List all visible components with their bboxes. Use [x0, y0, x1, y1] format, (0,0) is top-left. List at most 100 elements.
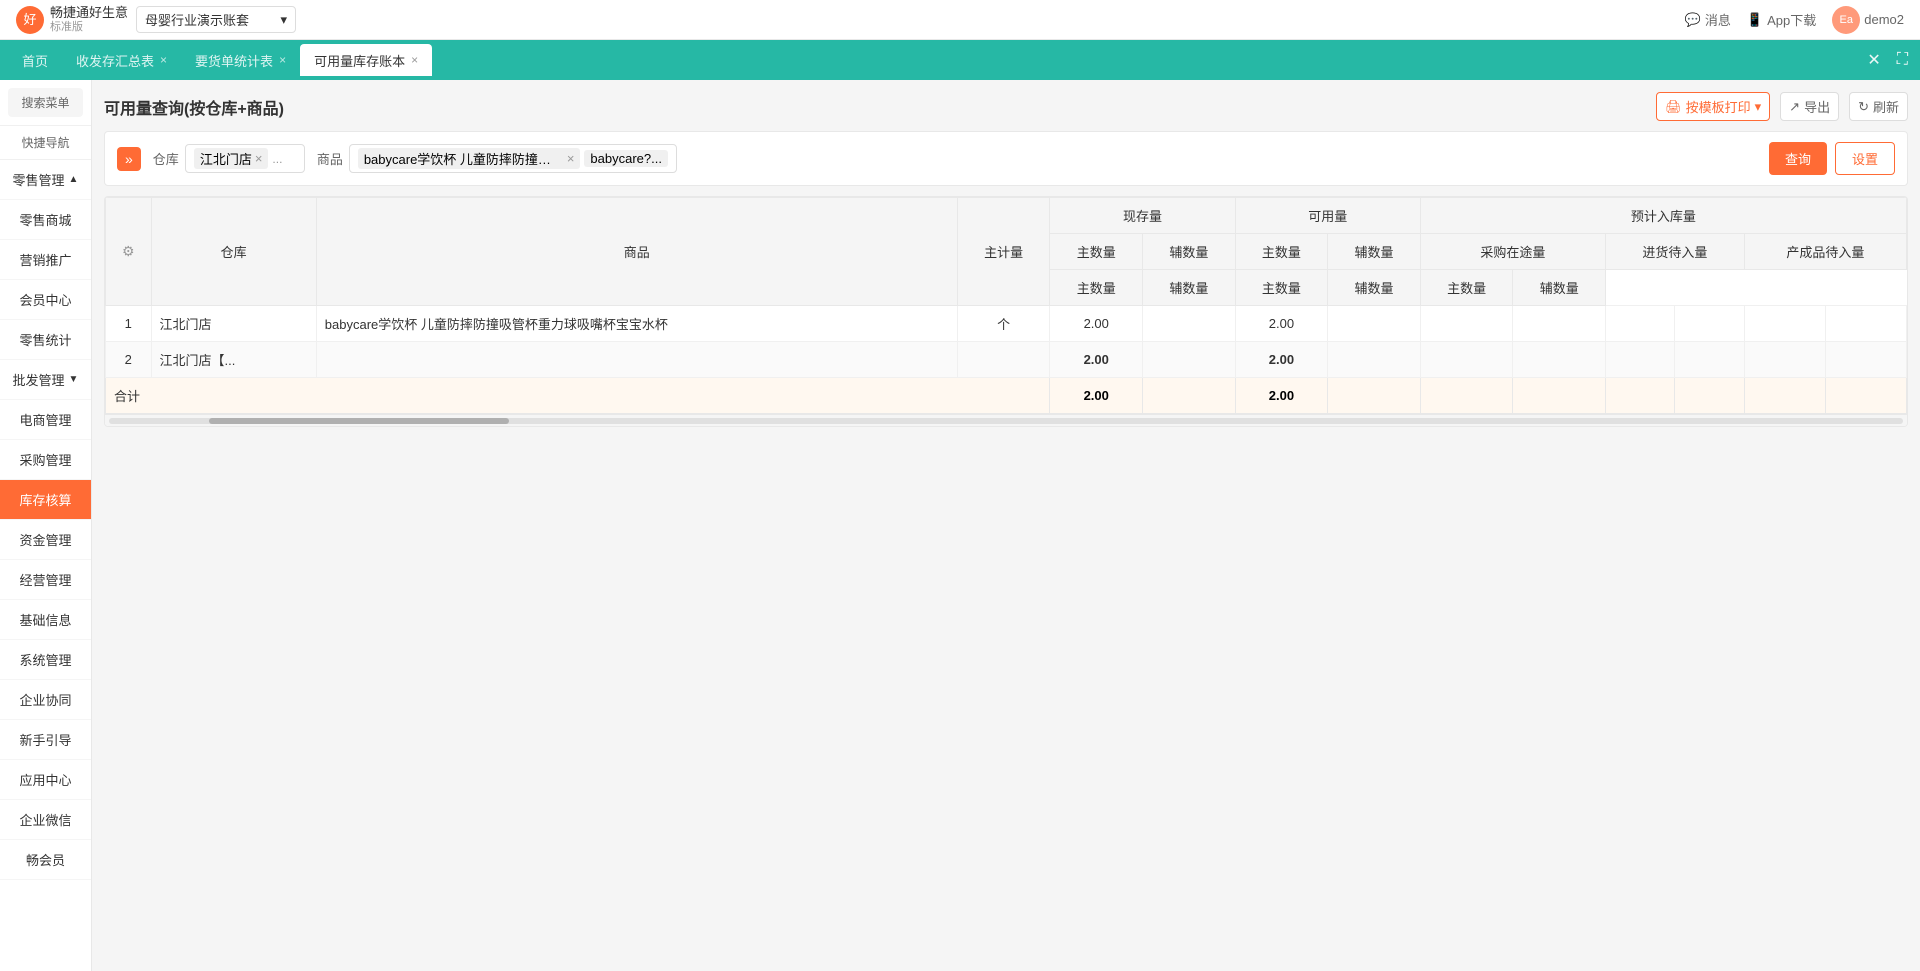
- warehouse-filter[interactable]: 江北门店 × ...: [185, 144, 305, 173]
- sidebar-item-enterprise-wechat[interactable]: 企业微信: [0, 800, 91, 840]
- row1-cs-aux: [1143, 306, 1236, 342]
- col-purchase-incoming: 采购在途量: [1420, 234, 1605, 270]
- sidebar-item-retail-mall[interactable]: 零售商城: [0, 200, 91, 240]
- row2-pw-main: [1744, 342, 1825, 378]
- sidebar-item-wholesale-label: 批发管理: [13, 370, 65, 389]
- message-btn[interactable]: 💬 消息: [1685, 10, 1731, 29]
- sidebar-item-inventory-label: 库存核算: [19, 490, 71, 509]
- product-label: 商品: [317, 149, 343, 168]
- table-row: 1 江北门店 babycare学饮杯 儿童防摔防撞吸管杯重力球吸嘴杯宝宝水杯 个…: [106, 306, 1907, 342]
- phone-icon: 📱: [1747, 12, 1763, 28]
- footer-pi-main: [1420, 378, 1513, 414]
- template-print-btn[interactable]: 🖨 按模板打印 ▾: [1656, 92, 1770, 121]
- sidebar-item-finance[interactable]: 资金管理: [0, 520, 91, 560]
- sidebar-item-purchase[interactable]: 采购管理: [0, 440, 91, 480]
- warehouse-tag-1: 江北门店 ×: [194, 148, 269, 169]
- table-header-row-1: ⚙ 仓库 商品 主计量 现存量 可用量 预计入库量: [106, 198, 1907, 234]
- sidebar-item-system-label: 系统管理: [19, 650, 71, 669]
- sidebar-item-new-guide[interactable]: 新手引导: [0, 720, 91, 760]
- row2-product: [316, 342, 957, 378]
- sidebar-item-retail-stats[interactable]: 零售统计: [0, 320, 91, 360]
- product-filter[interactable]: babycare学饮杯 儿童防摔防撞吸管杯重力球吸嘴杯宝宝水杯 × babyca…: [349, 144, 677, 173]
- tab-available-stock-close[interactable]: ×: [411, 53, 418, 67]
- sidebar-item-member[interactable]: 会员中心: [0, 280, 91, 320]
- sidebar-item-retail-mall-label: 零售商城: [19, 210, 71, 229]
- sidebar-item-wholesale[interactable]: 批发管理 ▼: [0, 360, 91, 400]
- company-selector[interactable]: 母婴行业演示账套 ▾: [136, 6, 296, 33]
- refresh-btn[interactable]: ↻ 刷新: [1849, 92, 1908, 121]
- row1-gw-main: [1606, 306, 1675, 342]
- sidebar-item-app-center-label: 应用中心: [19, 770, 71, 789]
- row2-gw-main: [1606, 342, 1675, 378]
- row1-av-aux: [1328, 306, 1421, 342]
- sidebar-item-member-label: 会员中心: [19, 290, 71, 309]
- sidebar-item-ecommerce[interactable]: 电商管理: [0, 400, 91, 440]
- sidebar-item-system[interactable]: 系统管理: [0, 640, 91, 680]
- tab-available-stock-label: 可用量库存账本: [314, 51, 405, 70]
- filter-product-group: 商品 babycare学饮杯 儿童防摔防撞吸管杯重力球吸嘴杯宝宝水杯 × bab…: [317, 144, 677, 173]
- horizontal-scrollbar[interactable]: [105, 414, 1907, 426]
- table-footer: 合计 2.00 2.00: [106, 378, 1907, 414]
- warehouse-more-btn[interactable]: ...: [272, 152, 282, 166]
- col-settings[interactable]: ⚙: [106, 198, 152, 306]
- footer-gw-main: [1606, 378, 1675, 414]
- logo-text: 畅捷通好生意 标准版: [50, 5, 128, 34]
- tab-receive[interactable]: 收发存汇总表 ×: [62, 44, 181, 76]
- user-name: demo2: [1864, 12, 1904, 27]
- refresh-label: 刷新: [1873, 97, 1899, 116]
- footer-label: 合计: [106, 378, 1050, 414]
- col-product-waiting: 产成品待入量: [1744, 234, 1906, 270]
- sidebar-item-finance-label: 资金管理: [19, 530, 71, 549]
- row1-pi-aux: [1513, 306, 1606, 342]
- filter-area: » 仓库 江北门店 × ... 商品 babycare学饮杯 儿童防摔防撞吸管杯…: [104, 131, 1908, 186]
- sidebar-item-basic[interactable]: 基础信息: [0, 600, 91, 640]
- tab-home-label: 首页: [22, 51, 48, 70]
- col-pi-aux: 辅数量: [1143, 270, 1236, 306]
- sidebar-item-vip-member-label: 畅会员: [26, 850, 65, 869]
- tab-order-stats[interactable]: 要货单统计表 ×: [181, 44, 300, 76]
- avatar: Ea: [1832, 6, 1860, 34]
- tab-receive-close[interactable]: ×: [160, 53, 167, 67]
- row1-index: 1: [106, 306, 152, 342]
- sidebar-item-new-guide-label: 新手引导: [19, 730, 71, 749]
- message-label: 消息: [1705, 10, 1731, 29]
- sidebar-item-enterprise[interactable]: 企业协同: [0, 680, 91, 720]
- row1-cs-main: 2.00: [1050, 306, 1143, 342]
- tab-close-all-btn[interactable]: ✕: [1863, 46, 1884, 74]
- product-tag-close[interactable]: ×: [567, 151, 575, 166]
- export-btn[interactable]: ↗ 导出: [1780, 92, 1839, 121]
- col-cs-main: 主数量: [1050, 234, 1143, 270]
- user-area[interactable]: Ea demo2: [1832, 6, 1904, 34]
- col-available: 可用量: [1235, 198, 1420, 234]
- tab-order-stats-label: 要货单统计表: [195, 51, 273, 70]
- query-btn[interactable]: 查询: [1769, 142, 1827, 175]
- sidebar-item-vip-member[interactable]: 畅会员: [0, 840, 91, 880]
- sidebar-item-inventory[interactable]: 库存核算: [0, 480, 91, 520]
- tab-available-stock[interactable]: 可用量库存账本 ×: [300, 44, 432, 76]
- setting-btn[interactable]: 设置: [1835, 142, 1895, 175]
- sidebar-item-marketing[interactable]: 营销推广: [0, 240, 91, 280]
- template-print-label: 按模板打印: [1686, 97, 1751, 116]
- scrollbar-thumb[interactable]: [209, 418, 509, 424]
- app-download-btn[interactable]: 📱 App下载: [1747, 10, 1816, 29]
- footer-cs-aux: [1143, 378, 1236, 414]
- row2-gw-aux: [1675, 342, 1744, 378]
- filter-toggle-btn[interactable]: »: [117, 147, 141, 171]
- tab-order-stats-close[interactable]: ×: [279, 53, 286, 67]
- tab-fullscreen-btn[interactable]: ⛶: [1893, 47, 1912, 73]
- col-pi-main: 主数量: [1050, 270, 1143, 306]
- sidebar-item-app-center[interactable]: 应用中心: [0, 760, 91, 800]
- warehouse-tag-close[interactable]: ×: [255, 151, 263, 166]
- sidebar-item-retail[interactable]: 零售管理 ▲: [0, 160, 91, 200]
- col-unit: 主计量: [957, 198, 1050, 306]
- sidebar-item-enterprise-label: 企业协同: [19, 690, 71, 709]
- col-incoming: 预计入库量: [1420, 198, 1906, 234]
- top-bar-left: 好 畅捷通好生意 标准版 母婴行业演示账套 ▾: [16, 5, 296, 34]
- row2-av-main: 2.00: [1235, 342, 1328, 378]
- sidebar-item-operations[interactable]: 经营管理: [0, 560, 91, 600]
- tab-home[interactable]: 首页: [8, 44, 62, 76]
- print-icon: 🖨: [1665, 99, 1682, 115]
- quick-nav-btn[interactable]: 快捷导航: [0, 126, 91, 160]
- search-menu-btn[interactable]: 搜索菜单: [8, 88, 83, 117]
- footer-gw-aux: [1675, 378, 1744, 414]
